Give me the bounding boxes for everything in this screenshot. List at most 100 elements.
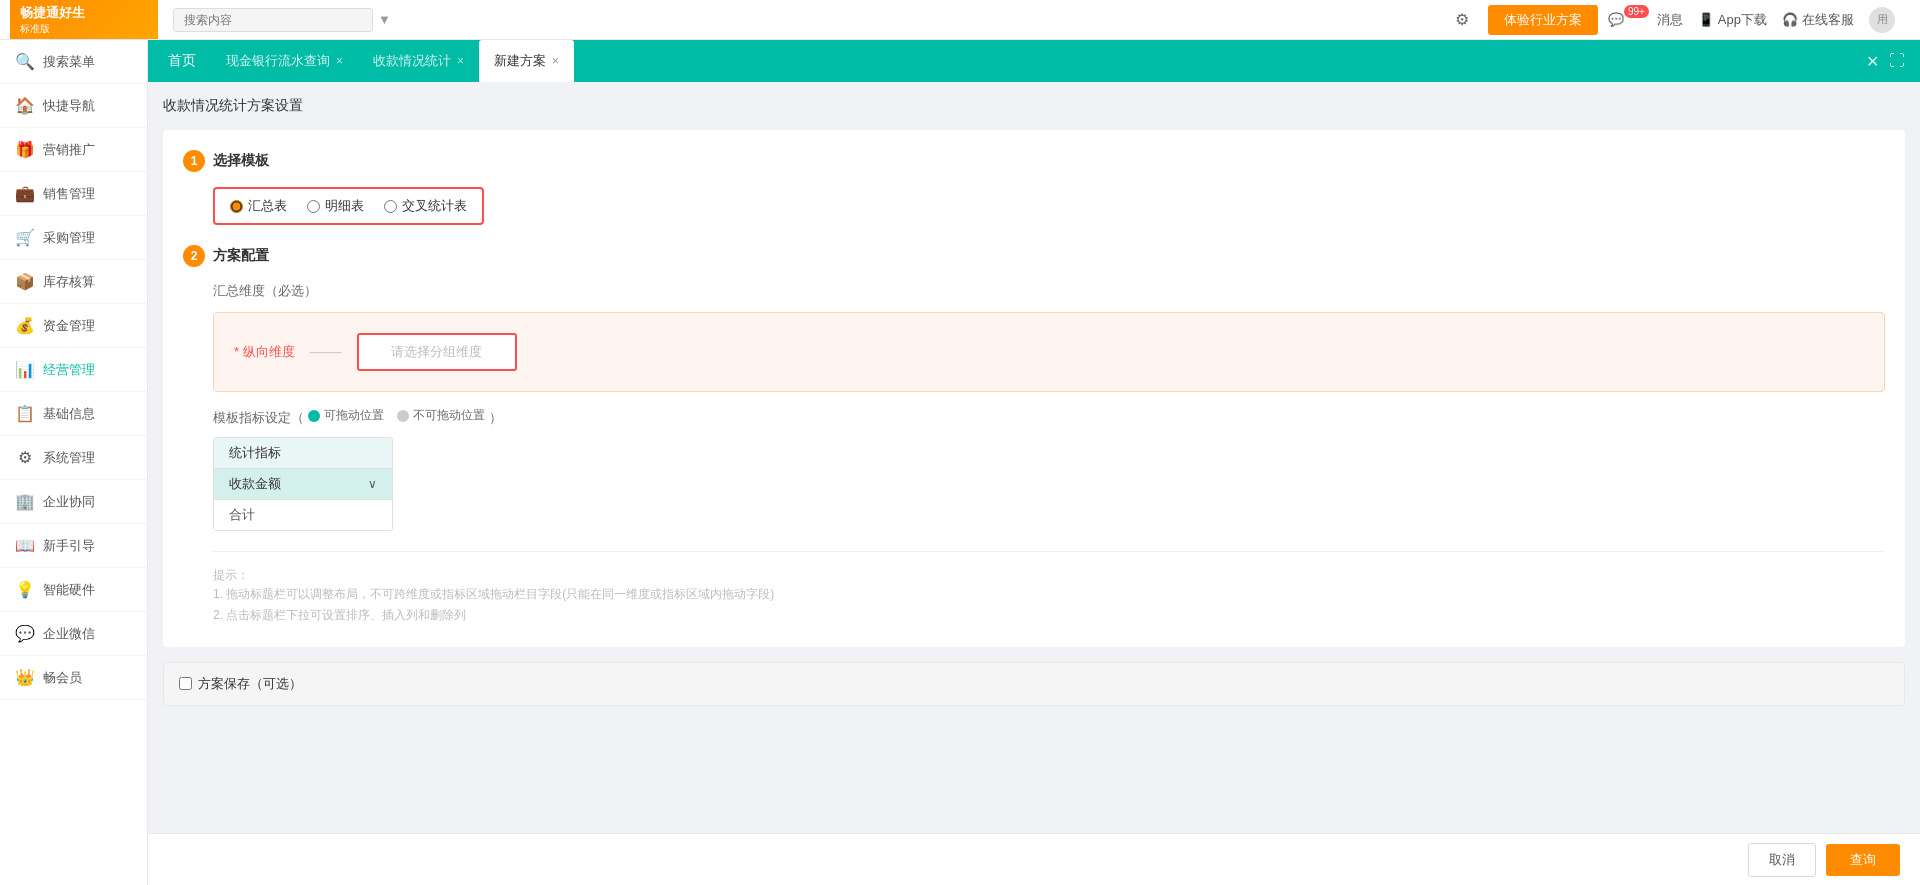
stat-label: 统计指标 bbox=[229, 444, 281, 462]
download-label: App下载 bbox=[1718, 11, 1767, 29]
col-header-text: 收款金额 bbox=[229, 475, 281, 493]
action-bar: 取消 查询 bbox=[148, 833, 1920, 885]
sidebar-item-guide[interactable]: 📖 新手引导 bbox=[0, 524, 147, 568]
hardware-icon: 💡 bbox=[15, 580, 35, 599]
sidebar-item-hardware[interactable]: 💡 智能硬件 bbox=[0, 568, 147, 612]
stats-table: 统计指标 收款金额 ∨ 合计 bbox=[213, 437, 393, 531]
sidebar-item-wechat[interactable]: 💬 企业微信 bbox=[0, 612, 147, 656]
sidebar-item-sales[interactable]: 💼 销售管理 bbox=[0, 172, 147, 216]
sidebar-item-label: 畅会员 bbox=[43, 669, 82, 687]
logo-area: 畅捷通好生 标准版 bbox=[10, 0, 158, 39]
radio-crosstab-input[interactable] bbox=[384, 200, 397, 213]
sidebar-item-label: 基础信息 bbox=[43, 405, 95, 423]
book-icon: 📖 bbox=[15, 536, 35, 555]
tab-bar-right: ✕ ⛶ bbox=[1866, 52, 1915, 71]
tips-label: 提示： bbox=[213, 568, 249, 582]
avatar[interactable]: 用 bbox=[1869, 7, 1895, 33]
header-search: ▼ bbox=[158, 8, 1446, 32]
radio-detail-input[interactable] bbox=[307, 200, 320, 213]
sidebar-item-finance[interactable]: 💰 资金管理 bbox=[0, 304, 147, 348]
cancel-button[interactable]: 取消 bbox=[1748, 843, 1816, 877]
chevron-down-icon[interactable]: ▼ bbox=[378, 12, 391, 27]
home-icon: 🏠 bbox=[15, 96, 35, 115]
cart-icon: 🛒 bbox=[15, 228, 35, 247]
tab-home[interactable]: 首页 bbox=[153, 40, 211, 82]
chart-icon: 📊 bbox=[15, 360, 35, 379]
tab-receipt-label: 收款情况统计 bbox=[373, 52, 451, 70]
tip-line1: 1. 拖动标题栏可以调整布局，不可跨维度或指标区域拖动栏目字段(只能在同一维度或… bbox=[213, 584, 1885, 606]
dimension-select[interactable]: 请选择分组维度 bbox=[357, 333, 517, 371]
step1-header: 1 选择模板 bbox=[183, 150, 1885, 172]
sidebar-item-management[interactable]: 📊 经营管理 bbox=[0, 348, 147, 392]
arrow-icon: —— bbox=[310, 343, 342, 361]
download-icon: 📱 bbox=[1698, 12, 1714, 27]
tab-close-new-plan[interactable]: × bbox=[552, 54, 559, 68]
tab-close-btn[interactable]: ✕ bbox=[1866, 52, 1879, 71]
gift-icon: 🎁 bbox=[15, 140, 35, 159]
step1-title: 选择模板 bbox=[213, 152, 269, 170]
query-button[interactable]: 查询 bbox=[1826, 844, 1900, 876]
crown-icon: 👑 bbox=[15, 668, 35, 687]
service-btn[interactable]: 🎧 在线客服 bbox=[1782, 11, 1854, 29]
message-badge: 99+ bbox=[1624, 5, 1649, 18]
radio-summary[interactable]: 汇总表 bbox=[230, 197, 287, 215]
sidebar-item-enterprise[interactable]: 🏢 企业协同 bbox=[0, 480, 147, 524]
message-icon: 💬 bbox=[1608, 12, 1624, 27]
sidebar-item-label: 资金管理 bbox=[43, 317, 95, 335]
stats-col-header[interactable]: 收款金额 ∨ bbox=[214, 469, 392, 500]
sidebar-item-label: 营销推广 bbox=[43, 141, 95, 159]
tab-new-plan-label: 新建方案 bbox=[494, 52, 546, 70]
footer-save-area: 方案保存（可选） bbox=[163, 662, 1905, 706]
row-label-total: 合计 bbox=[229, 507, 255, 522]
draggable-indicator: 可拖动位置 bbox=[308, 407, 384, 424]
sidebar-item-marketing[interactable]: 🎁 营销推广 bbox=[0, 128, 147, 172]
download-btn[interactable]: 📱 App下载 bbox=[1698, 11, 1767, 29]
draggable-dot bbox=[308, 410, 320, 422]
save-checkbox-label[interactable]: 方案保存（可选） bbox=[179, 675, 1889, 693]
vertical-dim-label: * 纵向维度 bbox=[234, 343, 295, 361]
settings-card: 1 选择模板 汇总表 明细表 交叉统计表 2 bbox=[163, 130, 1905, 647]
sidebar-item-label: 搜索菜单 bbox=[43, 53, 95, 71]
radio-crosstab[interactable]: 交叉统计表 bbox=[384, 197, 467, 215]
sidebar-item-label: 企业微信 bbox=[43, 625, 95, 643]
tab-home-label: 首页 bbox=[168, 52, 196, 70]
tab-close-bank[interactable]: × bbox=[336, 54, 343, 68]
tab-close-receipt[interactable]: × bbox=[457, 54, 464, 68]
tab-bank-query[interactable]: 现金银行流水查询 × bbox=[211, 40, 358, 82]
tab-new-plan[interactable]: 新建方案 × bbox=[479, 40, 574, 82]
step2-header: 2 方案配置 bbox=[183, 245, 1885, 267]
industry-btn[interactable]: 体验行业方案 bbox=[1488, 5, 1598, 35]
sidebar-item-member[interactable]: 👑 畅会员 bbox=[0, 656, 147, 700]
step1-number: 1 bbox=[183, 150, 205, 172]
tab-receipt-stats[interactable]: 收款情况统计 × bbox=[358, 40, 479, 82]
sidebar-item-inventory[interactable]: 📦 库存核算 bbox=[0, 260, 147, 304]
gear-sidebar-icon: ⚙ bbox=[15, 448, 35, 467]
user-name-text: 用 bbox=[1877, 12, 1888, 27]
sidebar-item-system[interactable]: ⚙ 系统管理 bbox=[0, 436, 147, 480]
dimension-section-title: 汇总维度（必选） bbox=[213, 282, 1885, 300]
message-label: 消息 bbox=[1657, 11, 1683, 29]
gear-icon[interactable]: ⚙ bbox=[1446, 4, 1478, 36]
sidebar: 🔍 搜索菜单 🏠 快捷导航 🎁 营销推广 💼 销售管理 🛒 采购管理 📦 库存核… bbox=[0, 40, 148, 885]
search-input[interactable] bbox=[173, 8, 373, 32]
non-draggable-text: 不可拖动位置 bbox=[413, 407, 485, 424]
radio-summary-label: 汇总表 bbox=[248, 197, 287, 215]
message-btn[interactable]: 💬 99+ 消息 bbox=[1608, 11, 1683, 29]
step2-number: 2 bbox=[183, 245, 205, 267]
box-icon: 📦 bbox=[15, 272, 35, 291]
radio-detail[interactable]: 明细表 bbox=[307, 197, 364, 215]
sidebar-item-basic[interactable]: 📋 基础信息 bbox=[0, 392, 147, 436]
building-icon: 🏢 bbox=[15, 492, 35, 511]
sidebar-item-search[interactable]: 🔍 搜索菜单 bbox=[0, 40, 147, 84]
metrics-title-close: ） bbox=[489, 410, 502, 425]
sidebar-item-label: 企业协同 bbox=[43, 493, 95, 511]
metrics-title: 模板指标设定（ bbox=[213, 410, 304, 425]
save-checkbox[interactable] bbox=[179, 677, 192, 690]
stats-table-header: 统计指标 bbox=[214, 438, 392, 469]
sidebar-item-home[interactable]: 🏠 快捷导航 bbox=[0, 84, 147, 128]
sidebar-item-label: 采购管理 bbox=[43, 229, 95, 247]
tips-area: 提示： 1. 拖动标题栏可以调整布局，不可跨维度或指标区域拖动栏目字段(只能在同… bbox=[213, 551, 1885, 627]
radio-summary-input[interactable] bbox=[230, 200, 243, 213]
tab-expand-btn[interactable]: ⛶ bbox=[1889, 52, 1905, 70]
sidebar-item-purchase[interactable]: 🛒 采购管理 bbox=[0, 216, 147, 260]
